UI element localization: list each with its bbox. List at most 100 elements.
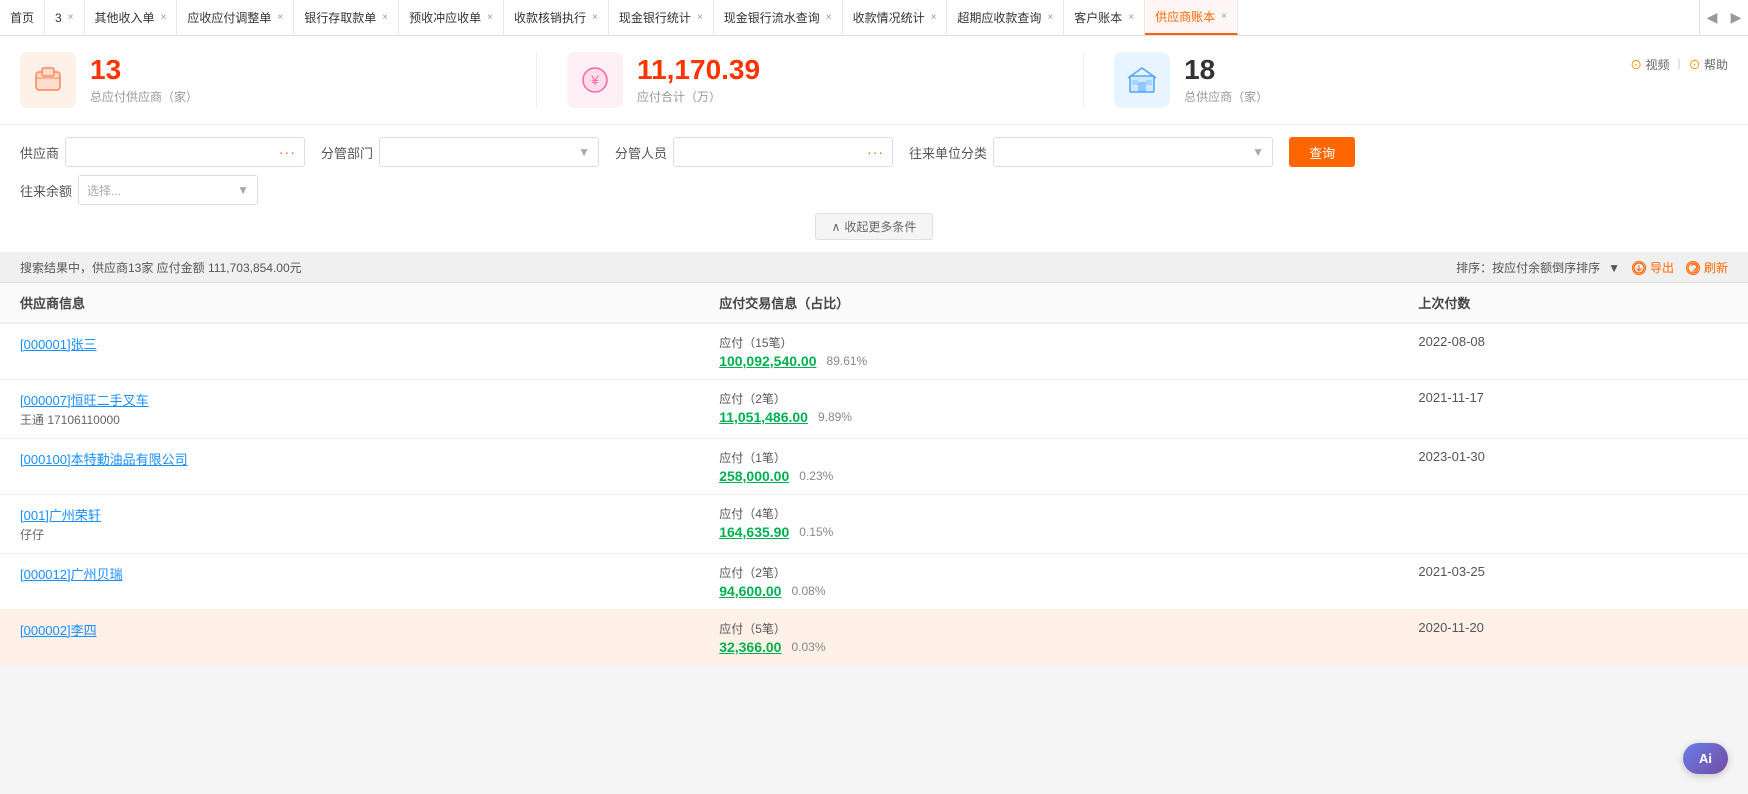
top-navigation: 首页 3 × 其他收入单 × 应收应付调整单 × 银行存取款单 × 预收冲应收单… [0, 0, 1748, 36]
supplier-filter-input[interactable]: ··· [65, 137, 305, 167]
nav-tab-bank-deposit[interactable]: 银行存取款单 × [294, 0, 399, 35]
ai-assistant-button[interactable]: Ai [1683, 743, 1728, 774]
balance-dropdown-icon: ▼ [237, 183, 249, 197]
payable-info-cell: 应付（2笔）11,051,486.009.89% [699, 380, 1398, 439]
payable-amount[interactable]: 258,000.00 [719, 468, 789, 484]
help-link[interactable]: ⊙ 帮助 [1689, 56, 1728, 73]
col-header-supplier: 供应商信息 [0, 283, 699, 323]
person-dots-icon[interactable]: ··· [867, 144, 884, 160]
filter-balance: 往来余额 选择... ▼ [20, 175, 258, 205]
total-payable-suppliers-label: 总应付供应商（家） [90, 88, 198, 105]
supplier-info-cell: [000002]李四 [0, 610, 699, 666]
refresh-button[interactable]: 刷新 [1686, 259, 1728, 276]
nav-tab-home[interactable]: 首页 [0, 0, 45, 35]
supplier-link[interactable]: [000007]恒旺二手叉车 [20, 393, 149, 408]
nav-tab-cash-bank-flow[interactable]: 现金银行流水查询 × [714, 0, 843, 35]
payable-count: 应付（4笔） [719, 505, 1378, 522]
supplier-sub-info: 仔仔 [20, 526, 679, 543]
payable-amount[interactable]: 94,600.00 [719, 583, 781, 599]
close-tab-3-icon[interactable]: × [68, 12, 74, 23]
payable-amount[interactable]: 32,366.00 [719, 639, 781, 655]
payable-icon: ¥ [567, 52, 623, 108]
close-supplier-ledger-icon[interactable]: × [1221, 11, 1227, 22]
filter-person: 分管人员 ··· [615, 137, 893, 167]
close-advance-icon[interactable]: × [487, 12, 493, 23]
nav-arrows: ◀ ▶ [1699, 0, 1748, 36]
payable-count: 应付（2笔） [719, 564, 1378, 581]
nav-tab-receipt-verify[interactable]: 收款核销执行 × [504, 0, 609, 35]
export-button[interactable]: 导出 [1632, 259, 1674, 276]
nav-tab-3[interactable]: 3 × [45, 0, 85, 35]
summary-card-payable: ¥ 11,170.39 应付合计（万） [536, 52, 1083, 108]
nav-tab-overdue-ar[interactable]: 超期应收款查询 × [947, 0, 1064, 35]
refresh-icon [1686, 261, 1700, 275]
link-separator: | [1678, 56, 1681, 70]
payable-info-cell: 应付（5笔）32,366.000.03% [699, 610, 1398, 666]
nav-tab-advance-ar[interactable]: 预收冲应收单 × [399, 0, 504, 35]
table-row: [000012]广州贝瑞应付（2笔）94,600.000.08%2021-03-… [0, 554, 1748, 610]
filter-supplier: 供应商 ··· [20, 137, 305, 167]
video-link[interactable]: ⊙ 视频 [1630, 56, 1669, 73]
payable-percentage: 9.89% [818, 410, 852, 424]
nav-tab-other-income[interactable]: 其他收入单 × [85, 0, 178, 35]
close-cash-flow-icon[interactable]: × [826, 12, 832, 23]
supplier-sub-info: 王通 17106110000 [20, 411, 679, 428]
category-filter-select[interactable]: ▼ [993, 137, 1273, 167]
collapse-icon: ∧ [832, 220, 841, 234]
balance-filter-select[interactable]: 选择... ▼ [78, 175, 258, 205]
table-row: [000007]恒旺二手叉车王通 17106110000应付（2笔）11,051… [0, 380, 1748, 439]
col-header-last-payment: 上次付数 [1398, 283, 1748, 323]
last-payment-cell [1398, 495, 1748, 554]
nav-right-arrow[interactable]: ▶ [1724, 0, 1748, 36]
person-filter-label: 分管人员 [615, 143, 667, 162]
dept-filter-label: 分管部门 [321, 143, 373, 162]
filter-section: 供应商 ··· 分管部门 ▼ 分管人员 ··· 往来单位分类 ▼ [0, 125, 1748, 253]
supplier-link[interactable]: [000002]李四 [20, 623, 97, 638]
filter-row-1: 供应商 ··· 分管部门 ▼ 分管人员 ··· 往来单位分类 ▼ [20, 137, 1728, 167]
sort-selector[interactable]: 排序：按应付余额倒序排序 ▼ [1456, 259, 1620, 276]
supplier-link[interactable]: [000001]张三 [20, 337, 97, 352]
close-cash-stat-icon[interactable]: × [697, 12, 703, 23]
store-icon [1114, 52, 1170, 108]
summary-bar: 13 总应付供应商（家） ¥ 11,170.39 应付合计（万） [0, 36, 1748, 125]
close-customer-ledger-icon[interactable]: × [1128, 12, 1134, 23]
close-receipt-stat-icon[interactable]: × [931, 12, 937, 23]
nav-tab-ar-ap-adjust[interactable]: 应收应付调整单 × [177, 0, 294, 35]
nav-tab-receipt-stat[interactable]: 收款情况统计 × [843, 0, 948, 35]
supplier-dots-icon[interactable]: ··· [279, 144, 296, 160]
sort-label: 排序：按应付余额倒序排序 [1456, 259, 1600, 276]
balance-placeholder: 选择... [87, 182, 121, 199]
payable-count: 应付（1笔） [719, 449, 1378, 466]
search-button[interactable]: 查询 [1289, 137, 1355, 167]
payable-amount[interactable]: 11,051,486.00 [719, 409, 808, 425]
payable-amount[interactable]: 100,092,540.00 [719, 353, 816, 369]
collapse-label: 收起更多条件 [844, 218, 916, 235]
payable-percentage: 89.61% [827, 354, 868, 368]
nav-tab-supplier-ledger[interactable]: 供应商账本 × [1145, 0, 1238, 35]
close-overdue-icon[interactable]: × [1047, 12, 1053, 23]
close-bank-icon[interactable]: × [382, 12, 388, 23]
dept-filter-select[interactable]: ▼ [379, 137, 599, 167]
close-other-income-icon[interactable]: × [161, 12, 167, 23]
close-receipt-verify-icon[interactable]: × [592, 12, 598, 23]
person-filter-input[interactable]: ··· [673, 137, 893, 167]
collapse-button[interactable]: ∧ 收起更多条件 [815, 213, 934, 240]
result-summary-text: 搜索结果中，供应商13家 应付金额 111,703,854.00元 [20, 259, 302, 276]
result-actions: 排序：按应付余额倒序排序 ▼ 导出 刷新 [1456, 259, 1728, 276]
close-ar-ap-icon[interactable]: × [277, 12, 283, 23]
total-suppliers-label: 总供应商（家） [1184, 88, 1268, 105]
nav-left-arrow[interactable]: ◀ [1700, 0, 1724, 36]
table-row: [000001]张三应付（15笔）100,092,540.0089.61%202… [0, 323, 1748, 380]
supplier-link[interactable]: [000100]本特勤油品有限公司 [20, 452, 188, 467]
refresh-label: 刷新 [1704, 259, 1728, 276]
supplier-link[interactable]: [001]广州荣轩 [20, 508, 101, 523]
payable-percentage: 0.15% [799, 525, 833, 539]
supplier-link[interactable]: [000012]广州贝瑞 [20, 567, 123, 582]
last-payment-cell: 2022-08-08 [1398, 323, 1748, 380]
summary-card-suppliers: 13 总应付供应商（家） [20, 52, 536, 108]
table-row: [000002]李四应付（5笔）32,366.000.03%2020-11-20 [0, 610, 1748, 666]
payable-amount[interactable]: 164,635.90 [719, 524, 789, 540]
supplier-info-cell: [001]广州荣轩仔仔 [0, 495, 699, 554]
nav-tab-customer-ledger[interactable]: 客户账本 × [1064, 0, 1145, 35]
nav-tab-cash-bank-stat[interactable]: 现金银行统计 × [609, 0, 714, 35]
